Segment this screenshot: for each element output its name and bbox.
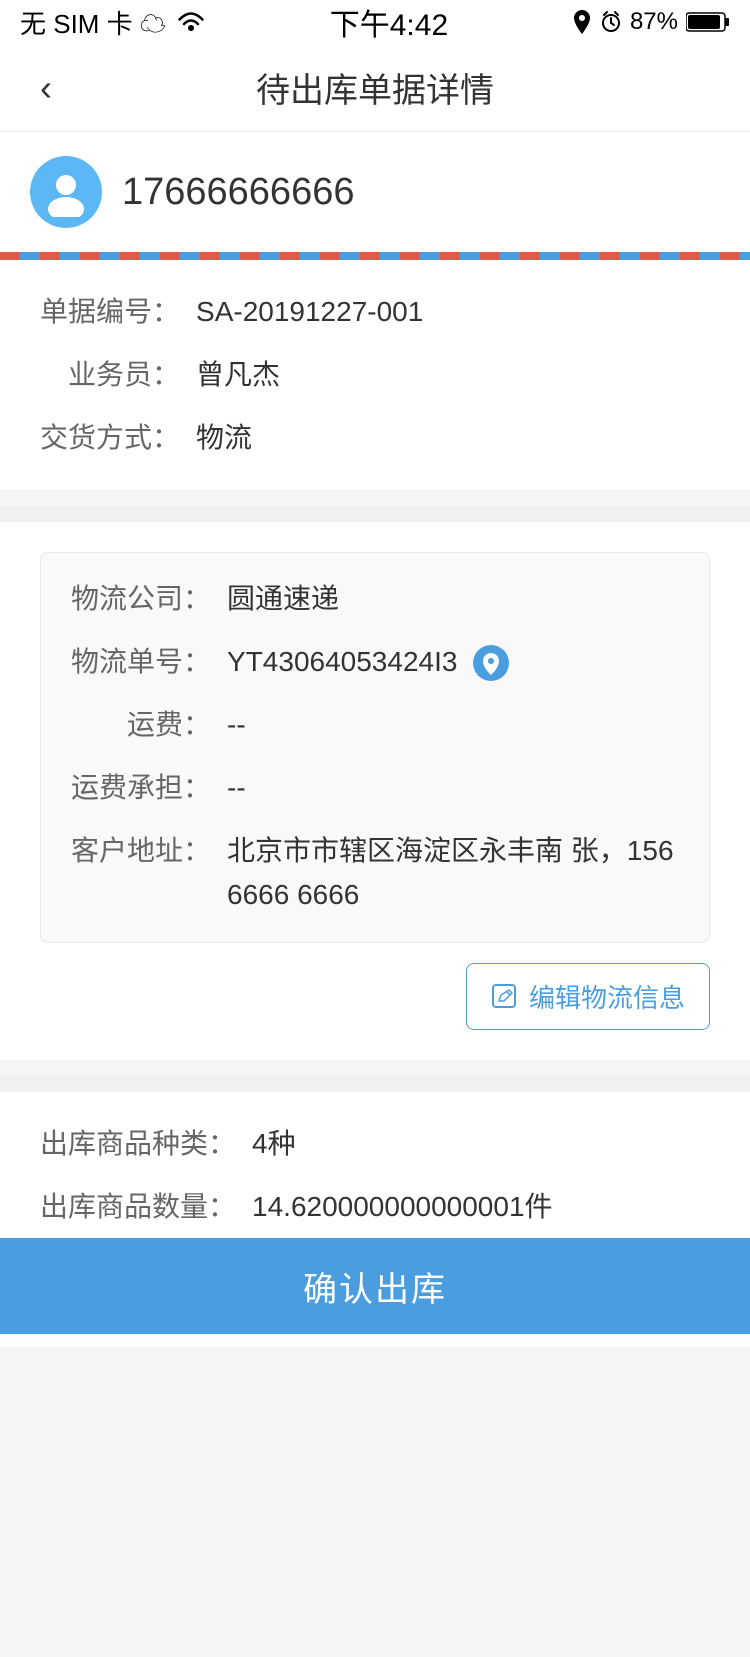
freight-value: -- bbox=[227, 703, 679, 748]
separator-2 bbox=[0, 1076, 750, 1092]
freight-bearer-row: 运费承担： -- bbox=[71, 766, 679, 811]
goods-quantity-label: 出库商品数量： bbox=[40, 1185, 236, 1230]
status-bar: 无 SIM 卡 ☁ 下午4:42 87% bbox=[0, 0, 750, 44]
edit-logistics-button[interactable]: 编辑物流信息 bbox=[466, 963, 710, 1030]
tracking-number-row: 物流单号： YT43064053424I3 bbox=[71, 640, 679, 685]
sim-status: 无 SIM 卡 ☁ bbox=[20, 4, 166, 41]
confirm-button[interactable]: 确认出库 bbox=[0, 1238, 750, 1334]
freight-bearer-label: 运费承担： bbox=[71, 766, 211, 811]
separator-1 bbox=[0, 506, 750, 522]
avatar bbox=[30, 156, 102, 228]
goods-quantity-row: 出库商品数量： 14.620000000000001件 bbox=[40, 1185, 710, 1230]
edit-icon bbox=[491, 983, 519, 1011]
logistics-card: 物流公司： 圆通速递 物流单号： YT43064053424I3 运费： bbox=[40, 552, 710, 943]
back-icon: ‹ bbox=[40, 67, 52, 109]
goods-types-value: 4种 bbox=[252, 1122, 710, 1167]
order-number-value: SA-20191227-001 bbox=[196, 290, 710, 335]
logistics-company-value: 圆通速递 bbox=[227, 577, 679, 622]
sales-person-value: 曾凡杰 bbox=[196, 353, 710, 398]
location-track-icon[interactable] bbox=[473, 645, 509, 681]
address-value: 北京市市辖区海淀区永丰南 张，156 6666 6666 bbox=[227, 829, 679, 919]
status-right: 87% bbox=[572, 8, 730, 36]
address-row: 客户地址： 北京市市辖区海淀区永丰南 张，156 6666 6666 bbox=[71, 829, 679, 919]
tracking-number-container: YT43064053424I3 bbox=[227, 640, 679, 685]
delivery-method-value: 物流 bbox=[196, 416, 710, 461]
delivery-method-row: 交货方式： 物流 bbox=[40, 416, 710, 461]
tracking-number-label: 物流单号： bbox=[71, 640, 211, 685]
wifi-icon bbox=[176, 11, 206, 33]
logistics-company-label: 物流公司： bbox=[71, 577, 211, 622]
alarm-icon bbox=[600, 10, 622, 34]
user-phone: 17666666666 bbox=[122, 171, 354, 214]
avatar-icon bbox=[41, 167, 91, 217]
goods-types-row: 出库商品种类： 4种 bbox=[40, 1122, 710, 1167]
delivery-method-label: 交货方式： bbox=[40, 416, 180, 461]
empty-space bbox=[0, 1347, 750, 1547]
freight-label: 运费： bbox=[71, 703, 211, 748]
battery-percentage: 87% bbox=[630, 8, 678, 36]
logistics-company-row: 物流公司： 圆通速递 bbox=[71, 577, 679, 622]
edit-logistics-row: 编辑物流信息 bbox=[40, 963, 710, 1030]
freight-bearer-value: -- bbox=[227, 766, 679, 811]
status-left: 无 SIM 卡 ☁ bbox=[20, 4, 206, 41]
page-title: 待出库单据详情 bbox=[256, 63, 494, 112]
tracking-number-value: YT43064053424I3 bbox=[227, 640, 457, 685]
user-header: 17666666666 bbox=[0, 132, 750, 252]
sales-person-label: 业务员： bbox=[40, 353, 180, 398]
nav-bar: ‹ 待出库单据详情 bbox=[0, 44, 750, 132]
order-number-label: 单据编号： bbox=[40, 290, 180, 335]
goods-quantity-value: 14.620000000000001件 bbox=[252, 1185, 710, 1230]
address-label: 客户地址： bbox=[71, 829, 211, 874]
dashed-divider bbox=[0, 252, 750, 260]
location-status-icon bbox=[572, 10, 592, 34]
sales-person-row: 业务员： 曾凡杰 bbox=[40, 353, 710, 398]
battery-icon bbox=[686, 11, 730, 33]
back-button[interactable]: ‹ bbox=[24, 66, 68, 110]
edit-logistics-label: 编辑物流信息 bbox=[529, 978, 685, 1015]
logistics-section: 物流公司： 圆通速递 物流单号： YT43064053424I3 运费： bbox=[0, 522, 750, 1060]
order-info-section: 单据编号： SA-20191227-001 业务员： 曾凡杰 交货方式： 物流 bbox=[0, 260, 750, 490]
goods-types-label: 出库商品种类： bbox=[40, 1122, 236, 1167]
confirm-label: 确认出库 bbox=[303, 1262, 447, 1311]
status-time: 下午4:42 bbox=[330, 0, 448, 44]
order-number-row: 单据编号： SA-20191227-001 bbox=[40, 290, 710, 335]
freight-row: 运费： -- bbox=[71, 703, 679, 748]
